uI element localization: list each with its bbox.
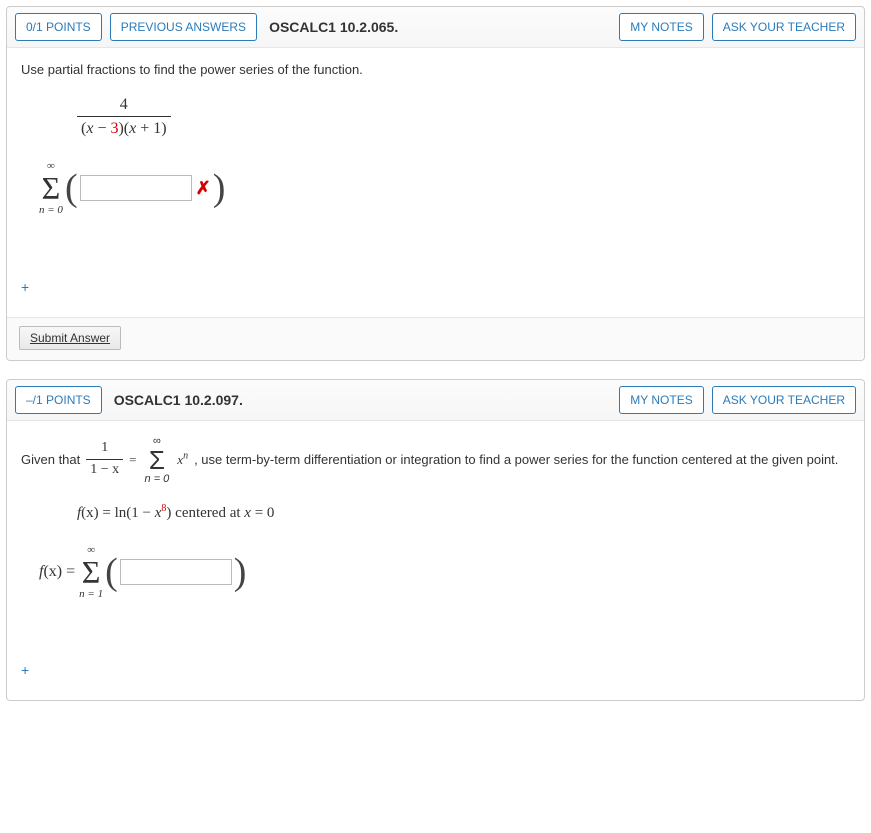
panel-body: Use partial fractions to find the power …: [7, 48, 864, 317]
question-panel-1: 0/1 POINTS PREVIOUS ANSWERS OSCALC1 10.2…: [6, 6, 865, 361]
expression-fraction: 4 (x − 3)(x + 1): [77, 95, 850, 138]
expand-toggle[interactable]: +: [21, 279, 29, 295]
summation-symbol: ∞ Σ n = 0: [145, 435, 170, 485]
incorrect-icon: ✗: [196, 178, 211, 199]
given-prefix: Given that: [21, 452, 80, 467]
ask-teacher-button[interactable]: ASK YOUR TEACHER: [712, 386, 856, 414]
given-frac-num: 1: [97, 440, 112, 457]
answer-input-1[interactable]: [80, 175, 192, 201]
points-badge[interactable]: –/1 POINTS: [15, 386, 102, 414]
submit-answer-button[interactable]: Submit Answer: [19, 326, 121, 350]
sum-lower-limit: n = 0: [145, 473, 170, 485]
open-paren-icon: (: [105, 555, 118, 589]
given-suffix: , use term-by-term differentiation or in…: [194, 452, 838, 467]
question-reference: OSCALC1 10.2.097.: [114, 392, 243, 408]
function-definition: f(x) = ln(1 − x8) centered at x = 0: [77, 505, 850, 522]
sum-lower-limit: n = 0: [39, 204, 63, 216]
fx-equals: f(x) =: [39, 563, 75, 581]
answer-row: f(x) = ∞ Σ n = 1 ( ): [39, 544, 850, 600]
given-statement: Given that 1 1 − x = ∞ Σ n = 0 xn , use …: [21, 435, 850, 485]
equals-sign: =: [129, 452, 136, 468]
question-panel-2: –/1 POINTS OSCALC1 10.2.097. MY NOTES AS…: [6, 379, 865, 701]
answer-input-2[interactable]: [120, 559, 232, 585]
panel-header: –/1 POINTS OSCALC1 10.2.097. MY NOTES AS…: [7, 380, 864, 421]
panel-body: Given that 1 1 − x = ∞ Σ n = 0 xn , use …: [7, 421, 864, 700]
previous-answers-button[interactable]: PREVIOUS ANSWERS: [110, 13, 257, 41]
my-notes-button[interactable]: MY NOTES: [619, 13, 703, 41]
sigma-icon: Σ: [42, 172, 61, 204]
ask-teacher-button[interactable]: ASK YOUR TEACHER: [712, 13, 856, 41]
question-reference: OSCALC1 10.2.065.: [269, 19, 398, 35]
fraction-denominator: (x − 3)(x + 1): [77, 119, 171, 138]
points-badge[interactable]: 0/1 POINTS: [15, 13, 102, 41]
x-power-n: xn: [177, 452, 188, 468]
panel-header: 0/1 POINTS PREVIOUS ANSWERS OSCALC1 10.2…: [7, 7, 864, 48]
close-paren-icon: ): [234, 555, 247, 589]
submit-bar: Submit Answer: [7, 317, 864, 360]
close-paren-icon: ): [213, 171, 226, 205]
expand-toggle[interactable]: +: [21, 662, 29, 678]
summation-symbol: ∞ Σ n = 1: [79, 544, 103, 600]
sigma-icon: Σ: [82, 556, 101, 588]
open-paren-icon: (: [65, 171, 78, 205]
given-frac-den: 1 − x: [86, 462, 123, 479]
sigma-icon: Σ: [149, 447, 165, 473]
instruction-text: Use partial fractions to find the power …: [21, 62, 850, 77]
my-notes-button[interactable]: MY NOTES: [619, 386, 703, 414]
answer-row: ∞ Σ n = 0 ( ✗ ): [39, 160, 850, 216]
summation-symbol: ∞ Σ n = 0: [39, 160, 63, 216]
fraction-numerator: 4: [116, 95, 132, 114]
sum-lower-limit: n = 1: [79, 588, 103, 600]
